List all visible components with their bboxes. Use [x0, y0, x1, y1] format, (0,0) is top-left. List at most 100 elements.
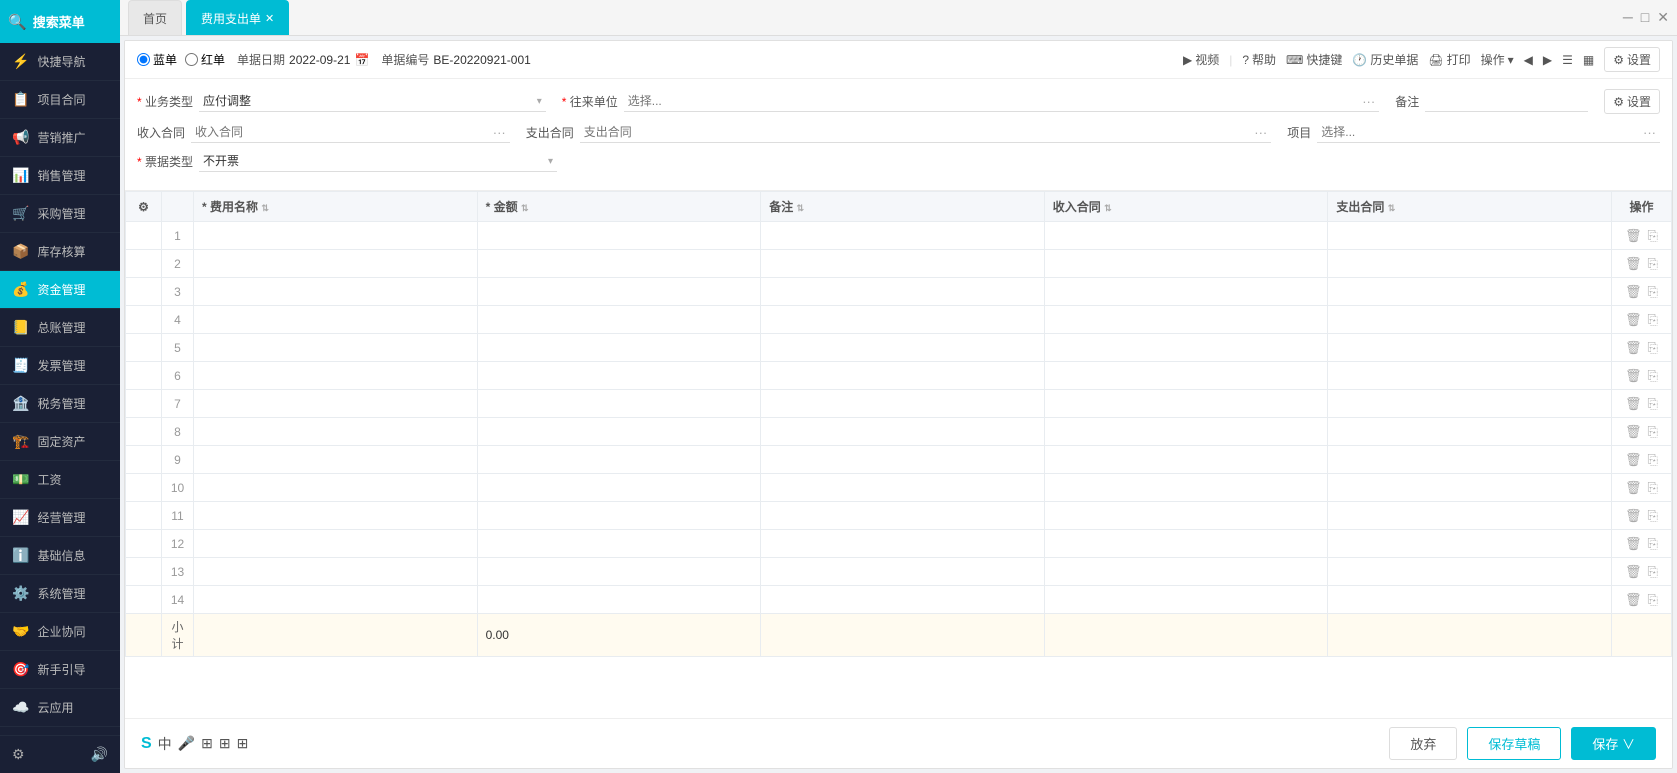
expense-contract-cell[interactable] [1328, 530, 1612, 558]
expense-contract-input[interactable] [1336, 369, 1603, 383]
amount-input[interactable] [486, 593, 753, 607]
delete-row-icon[interactable]: 🗑 [1625, 256, 1642, 272]
expense-name-input[interactable] [202, 593, 469, 607]
expense-contract-cell[interactable] [1328, 418, 1612, 446]
sidebar-item-project-contract[interactable]: 📋项目合同 [0, 81, 120, 119]
copy-row-icon[interactable]: ⎘ [1648, 312, 1658, 328]
expense-contract-input[interactable] [1336, 593, 1603, 607]
nav-prev-btn[interactable]: ◀ [1524, 53, 1533, 67]
amount-input[interactable] [486, 341, 753, 355]
notes-input[interactable] [769, 397, 1036, 411]
expense-name-input[interactable] [202, 369, 469, 383]
blue-bill-radio[interactable]: 蓝单 [137, 51, 177, 68]
income-contract-input[interactable] [1053, 369, 1320, 383]
calendar-icon[interactable]: 📅 [354, 53, 369, 67]
volume-icon[interactable]: 🔊 [91, 746, 108, 763]
income-contract-more-btn[interactable]: ··· [489, 125, 510, 140]
expense-contract-input[interactable] [1336, 425, 1603, 439]
income-contract-input[interactable] [1053, 537, 1320, 551]
sidebar-item-inventory[interactable]: 📦库存核算 [0, 233, 120, 271]
amount-cell[interactable] [477, 306, 761, 334]
sort-expense-icon[interactable]: ⇅ [1388, 203, 1396, 213]
notes-input[interactable] [769, 453, 1036, 467]
sidebar-item-enterprise[interactable]: 🤝企业协同 [0, 613, 120, 651]
grid-view-btn[interactable]: ▦ [1583, 53, 1594, 67]
expense-name-cell[interactable] [194, 278, 478, 306]
th-amount[interactable]: * 金额 ⇅ [477, 192, 761, 222]
expense-name-cell[interactable] [194, 586, 478, 614]
copy-row-icon[interactable]: ⎘ [1648, 452, 1658, 468]
sidebar-item-fixed-assets[interactable]: 🏗️固定资产 [0, 423, 120, 461]
sort-notes-icon[interactable]: ⇅ [797, 203, 805, 213]
expense-name-cell[interactable] [194, 558, 478, 586]
expense-name-cell[interactable] [194, 474, 478, 502]
copy-row-icon[interactable]: ⎘ [1648, 592, 1658, 608]
expense-name-cell[interactable] [194, 390, 478, 418]
expense-contract-input[interactable] [1336, 397, 1603, 411]
notes-cell[interactable] [761, 362, 1045, 390]
settings-btn[interactable]: ⚙ 设置 [1604, 47, 1660, 72]
delete-row-icon[interactable]: 🗑 [1625, 424, 1642, 440]
expense-name-cell[interactable] [194, 334, 478, 362]
sidebar-item-sales-mgmt[interactable]: 📊销售管理 [0, 157, 120, 195]
th-settings[interactable]: ⚙ [126, 192, 162, 222]
notes-input[interactable] [769, 425, 1036, 439]
notes-cell[interactable] [761, 474, 1045, 502]
notes-input[interactable] [769, 369, 1036, 383]
sidebar-item-ops-mgmt[interactable]: 📈经营管理 [0, 499, 120, 537]
notes-input[interactable] [769, 341, 1036, 355]
income-contract-cell[interactable] [1044, 334, 1328, 362]
expense-contract-input[interactable] [580, 122, 1250, 142]
grid2-icon[interactable]: ⊞ [219, 735, 231, 752]
sidebar-item-cloud-apps[interactable]: ☁️云应用 [0, 689, 120, 727]
notes-input[interactable] [769, 537, 1036, 551]
notes-cell[interactable] [761, 558, 1045, 586]
income-contract-cell[interactable] [1044, 362, 1328, 390]
invoice-type-select[interactable]: 不开票 [199, 151, 557, 171]
th-expense-contract[interactable]: 支出合同 ⇅ [1328, 192, 1612, 222]
expense-contract-cell[interactable] [1328, 306, 1612, 334]
form-settings-btn[interactable]: ⚙ 设置 [1604, 89, 1660, 114]
delete-row-icon[interactable]: 🗑 [1625, 396, 1642, 412]
red-bill-radio[interactable]: 红单 [185, 51, 225, 68]
income-contract-input[interactable] [1053, 257, 1320, 271]
income-contract-cell[interactable] [1044, 390, 1328, 418]
notes-cell[interactable] [761, 586, 1045, 614]
copy-row-icon[interactable]: ⎘ [1648, 256, 1658, 272]
expense-name-input[interactable] [202, 537, 469, 551]
gear-icon[interactable]: ⚙ [12, 746, 25, 763]
list-view-btn[interactable]: ☰ [1562, 53, 1573, 67]
expense-contract-input[interactable] [1336, 481, 1603, 495]
expense-contract-input[interactable] [1336, 453, 1603, 467]
copy-row-icon[interactable]: ⎘ [1648, 564, 1658, 580]
amount-input[interactable] [486, 257, 753, 271]
delete-row-icon[interactable]: 🗑 [1625, 508, 1642, 524]
expense-contract-cell[interactable] [1328, 474, 1612, 502]
sidebar-item-invoice-mgmt[interactable]: 🧾发票管理 [0, 347, 120, 385]
amount-cell[interactable] [477, 362, 761, 390]
notes-cell[interactable] [761, 222, 1045, 250]
amount-input[interactable] [486, 285, 753, 299]
income-contract-cell[interactable] [1044, 558, 1328, 586]
project-more-btn[interactable]: ··· [1639, 125, 1660, 140]
biz-type-select[interactable]: 应付调整 [199, 91, 546, 111]
expense-name-input[interactable] [202, 397, 469, 411]
sidebar-item-general-ledger[interactable]: 📒总账管理 [0, 309, 120, 347]
expense-name-input[interactable] [202, 313, 469, 327]
delete-row-icon[interactable]: 🗑 [1625, 452, 1642, 468]
expense-name-cell[interactable] [194, 362, 478, 390]
project-input[interactable] [1317, 122, 1639, 142]
amount-input[interactable] [486, 565, 753, 579]
expense-contract-input[interactable] [1336, 537, 1603, 551]
expense-name-input[interactable] [202, 509, 469, 523]
save-draft-btn[interactable]: 保存草稿 [1467, 727, 1561, 760]
expense-name-cell[interactable] [194, 250, 478, 278]
sort-income-icon[interactable]: ⇅ [1104, 203, 1112, 213]
amount-input[interactable] [486, 369, 753, 383]
income-contract-cell[interactable] [1044, 418, 1328, 446]
notes-input[interactable] [769, 509, 1036, 523]
expense-contract-cell[interactable] [1328, 250, 1612, 278]
expense-name-cell[interactable] [194, 418, 478, 446]
income-contract-cell[interactable] [1044, 250, 1328, 278]
sidebar-item-tax-mgmt[interactable]: 🏦税务管理 [0, 385, 120, 423]
